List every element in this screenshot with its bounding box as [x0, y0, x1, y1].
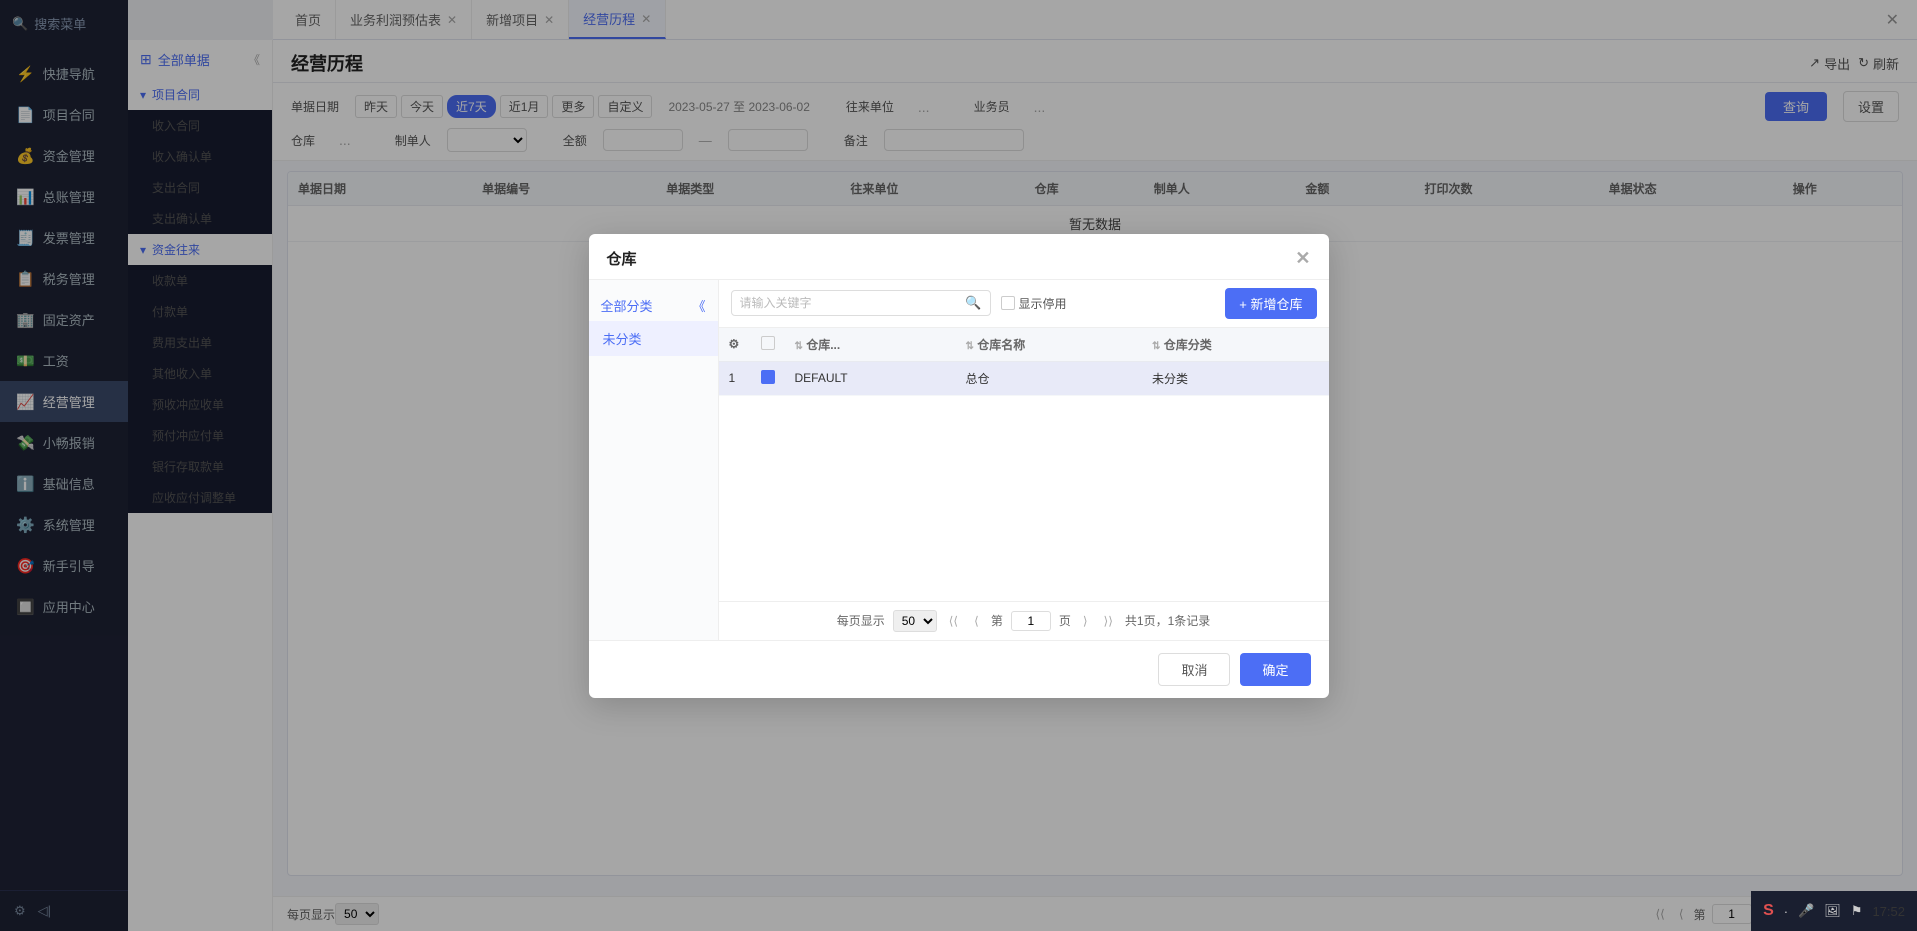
col-warehouse-code: ⇅ 仓库...	[785, 328, 956, 362]
category-header[interactable]: 全部分类 《	[589, 290, 718, 321]
all-category-label: 全部分类	[601, 296, 653, 315]
col-gear: ⚙	[719, 328, 751, 362]
system-tray: S · 🎤 🖼 ⚑ 17:52	[1751, 891, 1917, 931]
search-box: 🔍	[731, 290, 991, 316]
category-item-uncategorized[interactable]: 未分类	[589, 321, 718, 356]
modal-last-page[interactable]: ⟩⟩	[1100, 612, 1117, 630]
modal-next-page[interactable]: ⟩	[1079, 612, 1092, 630]
gear-icon[interactable]: ⚙	[729, 337, 740, 351]
modal-pagination: 每页显示 50 ⟨⟨ ⟨ 第 页 ⟩ ⟩⟩ 共1页，1条记录	[719, 601, 1329, 640]
modal-total: 共1页，1条记录	[1125, 612, 1210, 629]
row-select-checkbox[interactable]	[761, 370, 775, 384]
row-index: 1	[719, 361, 751, 395]
row-name: 总仓	[956, 361, 1142, 395]
warehouse-row-1[interactable]: 1 DEFAULT 总仓 未分类	[719, 361, 1329, 395]
col-check	[751, 328, 785, 362]
row-code: DEFAULT	[785, 361, 956, 395]
tray-s-icon: S	[1763, 902, 1774, 920]
modal-prev-page[interactable]: ⟨	[970, 612, 983, 630]
col-warehouse-category: ⇅ 仓库分类	[1142, 328, 1329, 362]
tray-mic-icon: 🎤	[1798, 903, 1814, 919]
search-icon[interactable]: 🔍	[965, 295, 981, 311]
warehouse-table-scroll: ⚙ ⇅ 仓库... ⇅	[719, 328, 1329, 601]
row-category: 未分类	[1142, 361, 1329, 395]
table-panel: 🔍 显示停用 + 新增仓库 ⚙	[719, 280, 1329, 640]
warehouse-table: ⚙ ⇅ 仓库... ⇅	[719, 328, 1329, 396]
category-collapse-icon[interactable]: 《	[692, 296, 705, 315]
modal-page-unit: 页	[1059, 612, 1071, 629]
confirm-button[interactable]: 确定	[1240, 653, 1310, 686]
modal-header: 仓库 ✕	[589, 234, 1329, 280]
category-panel: 全部分类 《 未分类	[589, 280, 719, 640]
category-list: 未分类	[589, 321, 718, 356]
modal-page-input[interactable]	[1011, 611, 1051, 631]
warehouse-modal: 仓库 ✕ 全部分类 《 未分类	[589, 234, 1329, 698]
modal-page-label: 第	[991, 612, 1003, 629]
col-warehouse-name: ⇅ 仓库名称	[956, 328, 1142, 362]
add-warehouse-btn[interactable]: + 新增仓库	[1225, 288, 1316, 319]
modal-title: 仓库	[607, 248, 637, 269]
modal-first-page[interactable]: ⟨⟨	[945, 612, 962, 630]
modal-body: 全部分类 《 未分类 🔍	[589, 280, 1329, 640]
modal-per-page-select[interactable]: 50	[893, 610, 937, 632]
modal-per-page-label: 每页显示	[837, 612, 885, 629]
system-time: 17:52	[1872, 904, 1905, 919]
tray-dot-icon: ·	[1784, 904, 1788, 919]
cancel-button[interactable]: 取消	[1158, 653, 1230, 686]
modal-footer: 取消 确定	[589, 640, 1329, 698]
warehouse-search-input[interactable]	[740, 296, 960, 310]
row-checkbox	[751, 361, 785, 395]
show-disabled-label[interactable]: 显示停用	[1001, 295, 1067, 312]
modal-overlay: 仓库 ✕ 全部分类 《 未分类	[0, 0, 1917, 931]
tray-flag-icon: ⚑	[1851, 903, 1863, 919]
table-toolbar: 🔍 显示停用 + 新增仓库	[719, 280, 1329, 328]
tray-img-icon: 🖼	[1824, 903, 1841, 919]
show-disabled-checkbox[interactable]	[1001, 296, 1015, 310]
modal-close-btn[interactable]: ✕	[1295, 248, 1310, 269]
select-all-checkbox[interactable]	[761, 336, 775, 350]
